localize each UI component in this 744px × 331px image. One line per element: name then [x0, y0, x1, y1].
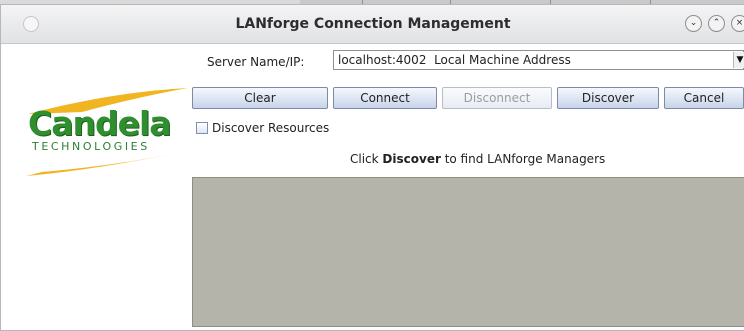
connect-button[interactable]: Connect	[333, 87, 437, 109]
disconnect-button[interactable]: Disconnect	[442, 87, 552, 109]
discover-resources-checkbox[interactable]	[196, 122, 208, 134]
discover-hint: Click Discover to find LANforge Managers	[350, 152, 605, 166]
dropdown-arrow-icon[interactable]: ▼	[733, 52, 744, 68]
cancel-button[interactable]: Cancel	[664, 87, 744, 109]
server-name-label: Server Name/IP:	[207, 55, 305, 69]
minimize-icon[interactable]: ⌄	[685, 15, 702, 32]
manager-results-list[interactable]	[192, 177, 744, 327]
server-name-combobox[interactable]	[333, 50, 744, 70]
hint-prefix: Click	[350, 152, 383, 166]
window-title: LANforge Connection Management	[235, 16, 511, 32]
logo-subtitle: TECHNOLOGIES	[32, 140, 150, 153]
close-icon[interactable]: ×	[731, 15, 744, 32]
candela-logo: Candela TECHNOLOGIES	[22, 84, 190, 180]
hint-bold: Discover	[382, 152, 441, 166]
hint-suffix: to find LANforge Managers	[440, 152, 606, 166]
logo-wordmark: Candela	[28, 104, 172, 143]
clear-button[interactable]: Clear	[192, 87, 328, 109]
discover-resources-label: Discover Resources	[212, 121, 330, 135]
maximize-icon[interactable]: ⌃	[708, 15, 725, 32]
discover-button[interactable]: Discover	[557, 87, 659, 109]
title-bar[interactable]: LANforge Connection Management ⌄ ⌃ ×	[1, 5, 744, 44]
